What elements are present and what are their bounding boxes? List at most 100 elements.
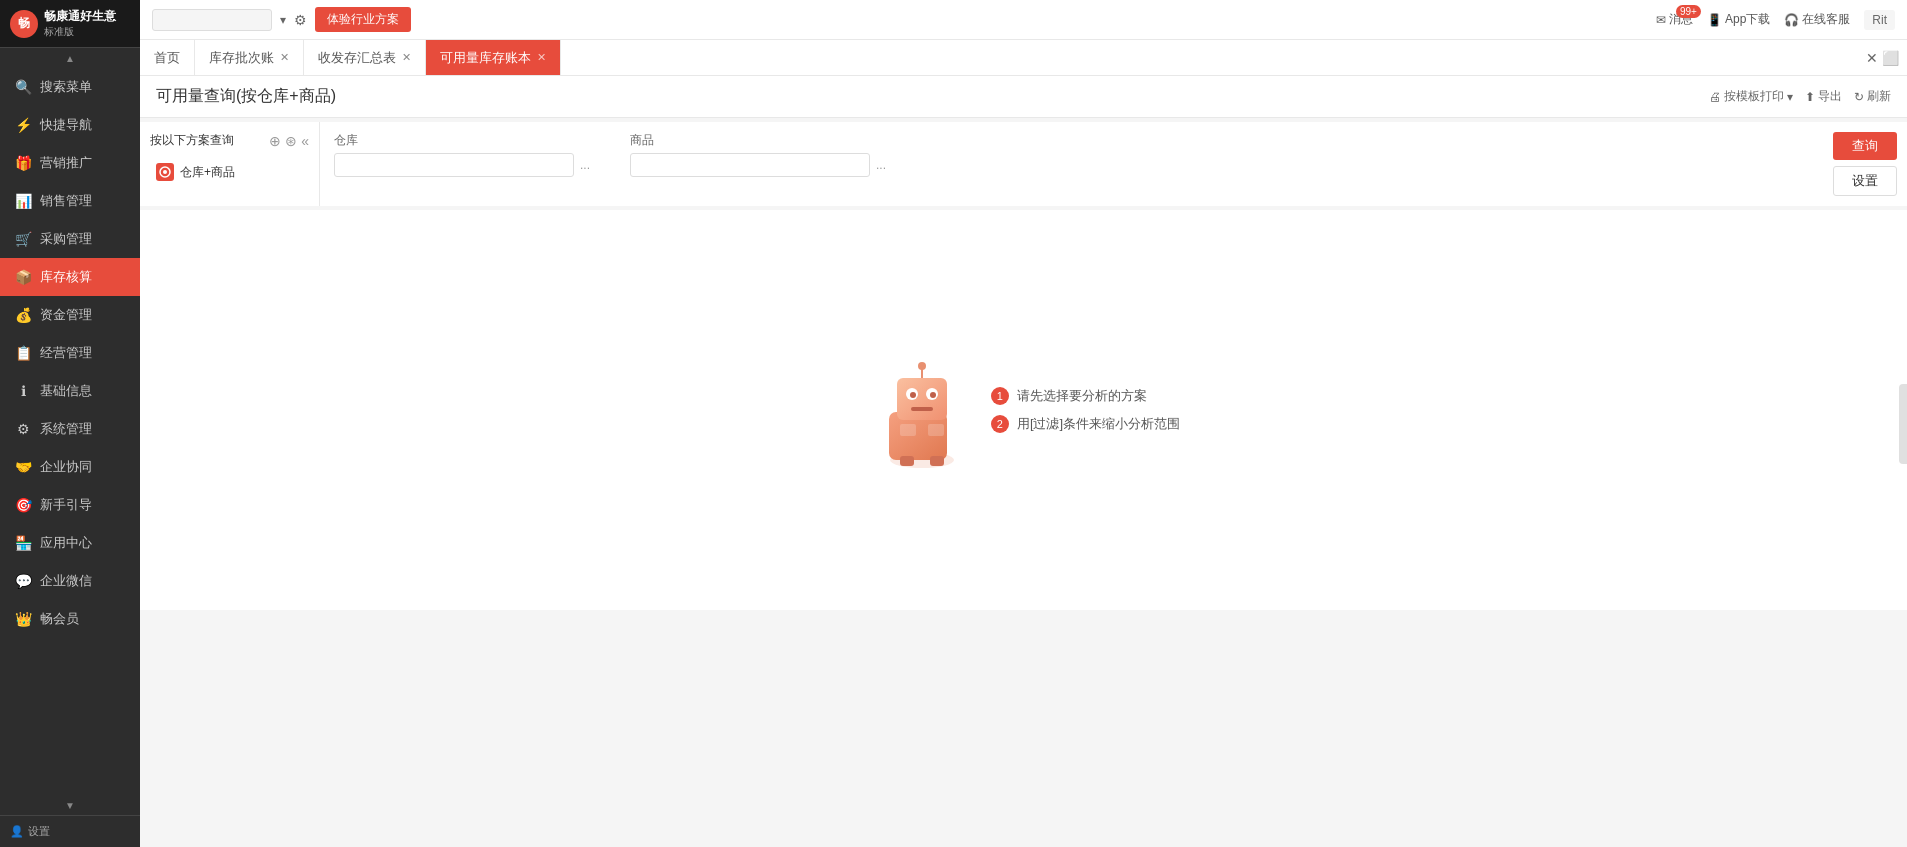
- topbar-message-badge[interactable]: ✉ 消息 99+: [1656, 11, 1693, 28]
- sidebar-item-finance[interactable]: 💰 资金管理: [0, 296, 140, 334]
- svg-point-11: [918, 362, 926, 370]
- svg-point-7: [910, 392, 916, 398]
- appcenter-icon: 🏪: [14, 534, 32, 552]
- refresh-btn[interactable]: ↻ 刷新: [1854, 88, 1891, 105]
- filter-item-icon: [156, 163, 174, 181]
- wechat-icon: 💬: [14, 572, 32, 590]
- filter-fields: 仓库 ... 商品 ...: [320, 122, 1823, 206]
- main-area: ▾ ⚙ 体验行业方案 ✉ 消息 99+ 📱 App下载 🎧 在线客服 Rit: [140, 0, 1907, 847]
- empty-tip-2: 2 用[过滤]条件来缩小分析范围: [991, 415, 1180, 433]
- sidebar-scroll-down[interactable]: ▼: [0, 795, 140, 815]
- sidebar: 畅 畅康通好生意 标准版 ▲ 🔍 搜索菜单 ⚡ 快捷导航 🎁 营销推广 📊 销售…: [0, 0, 140, 847]
- filter-item-warehouse-goods[interactable]: 仓库+商品: [140, 157, 319, 187]
- query-button[interactable]: 查询: [1833, 132, 1897, 160]
- refresh-icon: ↻: [1854, 90, 1864, 104]
- print-btn[interactable]: 🖨 按模板打印 ▾: [1709, 88, 1793, 105]
- filter-add-btn[interactable]: ⊕: [269, 133, 281, 149]
- inventory-icon: 📦: [14, 268, 32, 286]
- system-icon: ⚙: [14, 420, 32, 438]
- page-header: 可用量查询(按仓库+商品) 🖨 按模板打印 ▾ ⬆ 导出 ↻ 刷新: [140, 76, 1907, 118]
- empty-robot-svg: [867, 360, 977, 470]
- page-content: 可用量查询(按仓库+商品) 🖨 按模板打印 ▾ ⬆ 导出 ↻ 刷新: [140, 76, 1907, 847]
- sidebar-item-basicinfo[interactable]: ℹ 基础信息: [0, 372, 140, 410]
- sidebar-item-member[interactable]: 👑 畅会员: [0, 600, 140, 638]
- sidebar-footer: 👤 设置: [0, 815, 140, 847]
- tab-summary[interactable]: 收发存汇总表 ✕: [304, 40, 426, 75]
- search-icon: 🔍: [14, 78, 32, 96]
- topbar-user[interactable]: Rit: [1864, 10, 1895, 30]
- export-icon: ⬆: [1805, 90, 1815, 104]
- finance-icon: 💰: [14, 306, 32, 324]
- empty-state: 1 请先选择要分析的方案 2 用[过滤]条件来缩小分析范围: [140, 210, 1907, 610]
- tip-number-1: 1: [991, 387, 1009, 405]
- topbar-right: ✉ 消息 99+ 📱 App下载 🎧 在线客服 Rit: [1656, 10, 1895, 30]
- query-area: 按以下方案查询 ⊕ ⊛ « 仓库+商品: [140, 122, 1907, 206]
- message-icon: ✉: [1656, 13, 1666, 27]
- warehouse-input[interactable]: [334, 153, 574, 177]
- topbar: ▾ ⚙ 体验行业方案 ✉ 消息 99+ 📱 App下载 🎧 在线客服 Rit: [140, 0, 1907, 40]
- svg-rect-14: [900, 456, 914, 466]
- svg-rect-12: [900, 424, 916, 436]
- tip-number-2: 2: [991, 415, 1009, 433]
- topbar-dropdown-btn[interactable]: ▾: [280, 13, 286, 27]
- sidebar-item-quicknav[interactable]: ⚡ 快捷导航: [0, 106, 140, 144]
- filter-settings-btn[interactable]: ⊛: [285, 133, 297, 149]
- basicinfo-icon: ℹ: [14, 382, 32, 400]
- sidebar-brand: 畅康通好生意 标准版: [44, 8, 116, 39]
- tab-summary-close[interactable]: ✕: [402, 51, 411, 64]
- filter-panel: 按以下方案查询 ⊕ ⊛ « 仓库+商品: [140, 122, 320, 206]
- topbar-industry-button[interactable]: 体验行业方案: [315, 7, 411, 32]
- sidebar-header: 畅 畅康通好生意 标准版: [0, 0, 140, 48]
- marketing-icon: 🎁: [14, 154, 32, 172]
- settings-button[interactable]: 设置: [1833, 166, 1897, 196]
- sidebar-item-search[interactable]: 🔍 搜索菜单: [0, 68, 140, 106]
- tabs-bar: 首页 库存批次账 ✕ 收发存汇总表 ✕ 可用量库存账本 ✕ ✕ ⬜: [140, 40, 1907, 76]
- filter-panel-actions: ⊕ ⊛ «: [269, 133, 309, 149]
- empty-tips: 1 请先选择要分析的方案 2 用[过滤]条件来缩小分析范围: [991, 387, 1180, 433]
- sidebar-item-system[interactable]: ⚙ 系统管理: [0, 410, 140, 448]
- sidebar-item-marketing[interactable]: 🎁 营销推广: [0, 144, 140, 182]
- sidebar-item-appcenter[interactable]: 🏪 应用中心: [0, 524, 140, 562]
- tab-expand-btn[interactable]: ⬜: [1882, 50, 1899, 66]
- filter-field-warehouse: 仓库 ...: [334, 132, 614, 177]
- print-icon: 🖨: [1709, 90, 1721, 104]
- topbar-service-btn[interactable]: 🎧 在线客服: [1784, 11, 1850, 28]
- collab-icon: 🤝: [14, 458, 32, 476]
- right-scroll-indicator[interactable]: [1899, 384, 1907, 464]
- svg-point-8: [930, 392, 936, 398]
- purchase-icon: 🛒: [14, 230, 32, 248]
- filter-field-goods: 商品 ...: [630, 132, 910, 177]
- goods-input[interactable]: [630, 153, 870, 177]
- sidebar-item-collab[interactable]: 🤝 企业协同: [0, 448, 140, 486]
- empty-illustration: [867, 360, 967, 460]
- topbar-gear-btn[interactable]: ⚙: [294, 12, 307, 28]
- message-count: 99+: [1676, 5, 1701, 18]
- filter-collapse-btn[interactable]: «: [301, 133, 309, 149]
- sidebar-item-inventory[interactable]: 📦 库存核算: [0, 258, 140, 296]
- sidebar-brand-tag: 标准版: [44, 25, 116, 39]
- tab-available-stock[interactable]: 可用量库存账本 ✕: [426, 40, 561, 75]
- svg-rect-15: [930, 456, 944, 466]
- export-btn[interactable]: ⬆ 导出: [1805, 88, 1842, 105]
- sidebar-item-newuser[interactable]: 🎯 新手引导: [0, 486, 140, 524]
- topbar-appdownload-btn[interactable]: 📱 App下载: [1707, 11, 1770, 28]
- newuser-icon: 🎯: [14, 496, 32, 514]
- svg-rect-13: [928, 424, 944, 436]
- sidebar-item-wechat[interactable]: 💬 企业微信: [0, 562, 140, 600]
- tab-batch-account[interactable]: 库存批次账 ✕: [195, 40, 304, 75]
- warehouse-more-btn[interactable]: ...: [580, 158, 590, 172]
- quick-nav-icon: ⚡: [14, 116, 32, 134]
- tab-batch-account-close[interactable]: ✕: [280, 51, 289, 64]
- tab-available-stock-close[interactable]: ✕: [537, 51, 546, 64]
- goods-more-btn[interactable]: ...: [876, 158, 886, 172]
- sidebar-item-purchase[interactable]: 🛒 采购管理: [0, 220, 140, 258]
- topbar-search-input[interactable]: [152, 9, 272, 31]
- sidebar-item-sales[interactable]: 📊 销售管理: [0, 182, 140, 220]
- tab-home[interactable]: 首页: [140, 40, 195, 75]
- sidebar-scroll-up[interactable]: ▲: [0, 48, 140, 68]
- sidebar-item-operations[interactable]: 📋 经营管理: [0, 334, 140, 372]
- tab-close-btn[interactable]: ✕: [1866, 50, 1878, 66]
- sidebar-nav: 🔍 搜索菜单 ⚡ 快捷导航 🎁 营销推广 📊 销售管理 🛒 采购管理 📦 库存核…: [0, 68, 140, 795]
- svg-rect-9: [911, 407, 933, 411]
- page-title: 可用量查询(按仓库+商品): [156, 86, 336, 107]
